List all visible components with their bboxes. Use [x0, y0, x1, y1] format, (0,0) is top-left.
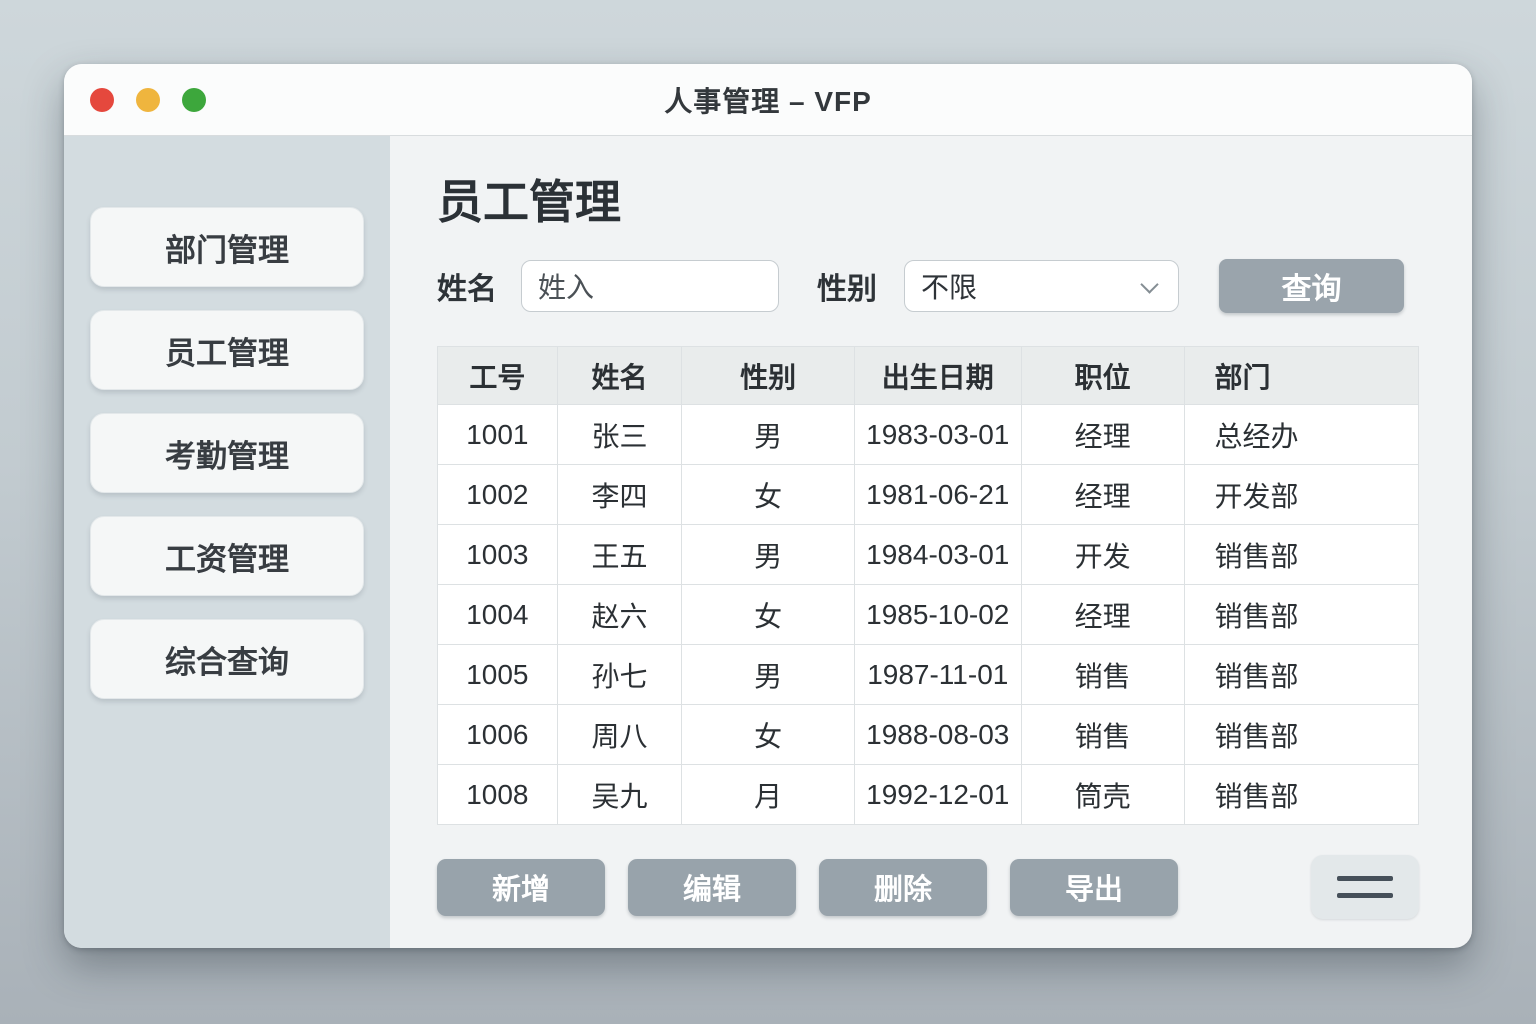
table-row[interactable]: 1004 赵六 女 1985-10-02 经理 销售部 [437, 584, 1419, 645]
cell-id: 1002 [437, 464, 558, 525]
cell-department: 销售部 [1183, 704, 1419, 765]
column-header-gender: 性别 [681, 346, 855, 405]
hamburger-icon [1337, 876, 1393, 881]
cell-department: 销售部 [1183, 584, 1419, 645]
cell-birthdate: 1992-12-01 [853, 764, 1022, 825]
main-content: 员工管理 姓名 性别 不限 查询 工号 姓 [390, 136, 1472, 948]
sidebar-item-department-management[interactable]: 部门管理 [90, 207, 364, 287]
cell-birthdate: 1981-06-21 [853, 464, 1022, 525]
sidebar-item-employee-management[interactable]: 员工管理 [90, 310, 364, 390]
app-window: 人事管理 – VFP 部门管理 员工管理 考勤管理 工资管理 综合查询 员工管理… [64, 64, 1472, 948]
cell-gender: 女 [681, 464, 855, 525]
cell-gender: 女 [681, 584, 855, 645]
column-header-department: 部门 [1183, 346, 1419, 405]
table-row[interactable]: 1008 吴九 月 1992-12-01 筒壳 销售部 [437, 764, 1419, 825]
traffic-lights [90, 87, 206, 112]
cell-department: 开发部 [1183, 464, 1419, 525]
cell-id: 1001 [437, 404, 558, 465]
delete-button[interactable]: 删除 [819, 858, 987, 916]
sidebar-item-comprehensive-query[interactable]: 综合查询 [90, 619, 364, 699]
cell-department: 销售部 [1183, 644, 1419, 705]
page-title: 员工管理 [437, 176, 621, 228]
employee-table: 工号 姓名 性别 出生日期 职位 部门 1001 张三 男 1983-03-01 [437, 346, 1419, 825]
cell-name: 张三 [556, 404, 683, 465]
cell-id: 1003 [437, 524, 558, 585]
table-header-row: 工号 姓名 性别 出生日期 职位 部门 [437, 346, 1419, 405]
cell-name: 吴九 [556, 764, 683, 825]
hamburger-icon [1337, 893, 1393, 898]
cell-position: 经理 [1020, 464, 1185, 525]
cell-birthdate: 1983-03-01 [853, 404, 1022, 465]
filter-bar: 姓名 性别 不限 查询 [437, 258, 1472, 313]
column-header-birthdate: 出生日期 [853, 346, 1022, 405]
cell-position: 筒壳 [1020, 764, 1185, 825]
cell-name: 李四 [556, 464, 683, 525]
table-row[interactable]: 1001 张三 男 1983-03-01 经理 总经办 [437, 404, 1419, 465]
export-button[interactable]: 导出 [1010, 858, 1178, 916]
sidebar-item-attendance-management[interactable]: 考勤管理 [90, 413, 364, 493]
cell-position: 销售 [1020, 644, 1185, 705]
cell-department: 总经办 [1183, 404, 1419, 465]
cell-birthdate: 1984-03-01 [853, 524, 1022, 585]
cell-department: 销售部 [1183, 764, 1419, 825]
menu-button[interactable] [1311, 855, 1419, 919]
cell-position: 销售 [1020, 704, 1185, 765]
cell-position: 经理 [1020, 584, 1185, 645]
sidebar-item-label: 考勤管理 [165, 438, 289, 474]
cell-gender: 女 [681, 704, 855, 765]
name-input[interactable] [521, 259, 779, 312]
gender-select-value: 不限 [921, 271, 978, 303]
name-filter-label: 姓名 [437, 272, 497, 306]
cell-position: 经理 [1020, 404, 1185, 465]
table-row[interactable]: 1005 孙七 男 1987-11-01 销售 销售部 [437, 644, 1419, 705]
cell-position: 开发 [1020, 524, 1185, 585]
table-row[interactable]: 1003 王五 男 1984-03-01 开发 销售部 [437, 524, 1419, 585]
cell-id: 1005 [437, 644, 558, 705]
sidebar-item-label: 工资管理 [165, 541, 289, 577]
column-header-position: 职位 [1020, 346, 1185, 405]
add-button[interactable]: 新增 [437, 858, 605, 916]
search-button[interactable]: 查询 [1219, 258, 1404, 313]
close-icon[interactable] [90, 87, 114, 112]
cell-gender: 男 [681, 404, 855, 465]
cell-name: 王五 [556, 524, 683, 585]
cell-birthdate: 1988-08-03 [853, 704, 1022, 765]
table-row[interactable]: 1006 周八 女 1988-08-03 销售 销售部 [437, 704, 1419, 765]
column-header-id: 工号 [437, 346, 558, 405]
minimize-icon[interactable] [136, 87, 160, 112]
cell-id: 1006 [437, 704, 558, 765]
sidebar-item-salary-management[interactable]: 工资管理 [90, 516, 364, 596]
maximize-icon[interactable] [182, 87, 206, 112]
cell-gender: 月 [681, 764, 855, 825]
cell-gender: 男 [681, 524, 855, 585]
sidebar-item-label: 员工管理 [165, 335, 289, 371]
sidebar-item-label: 部门管理 [165, 232, 289, 268]
sidebar: 部门管理 员工管理 考勤管理 工资管理 综合查询 [64, 136, 390, 948]
gender-filter-label: 性别 [817, 272, 877, 306]
column-header-name: 姓名 [556, 346, 683, 405]
cell-id: 1008 [437, 764, 558, 825]
gender-select[interactable]: 不限 [904, 259, 1179, 312]
cell-name: 孙七 [556, 644, 683, 705]
cell-gender: 男 [681, 644, 855, 705]
chevron-down-icon [1140, 274, 1159, 294]
cell-name: 赵六 [556, 584, 683, 645]
cell-birthdate: 1987-11-01 [853, 644, 1022, 705]
cell-department: 销售部 [1183, 524, 1419, 585]
title-bar: 人事管理 – VFP [64, 64, 1472, 136]
table-row[interactable]: 1002 李四 女 1981-06-21 经理 开发部 [437, 464, 1419, 525]
cell-name: 周八 [556, 704, 683, 765]
window-title: 人事管理 – VFP [664, 85, 872, 117]
action-bar: 新增 编辑 删除 导出 [437, 855, 1419, 919]
cell-id: 1004 [437, 584, 558, 645]
cell-birthdate: 1985-10-02 [853, 584, 1022, 645]
edit-button[interactable]: 编辑 [628, 858, 796, 916]
sidebar-item-label: 综合查询 [165, 644, 289, 680]
